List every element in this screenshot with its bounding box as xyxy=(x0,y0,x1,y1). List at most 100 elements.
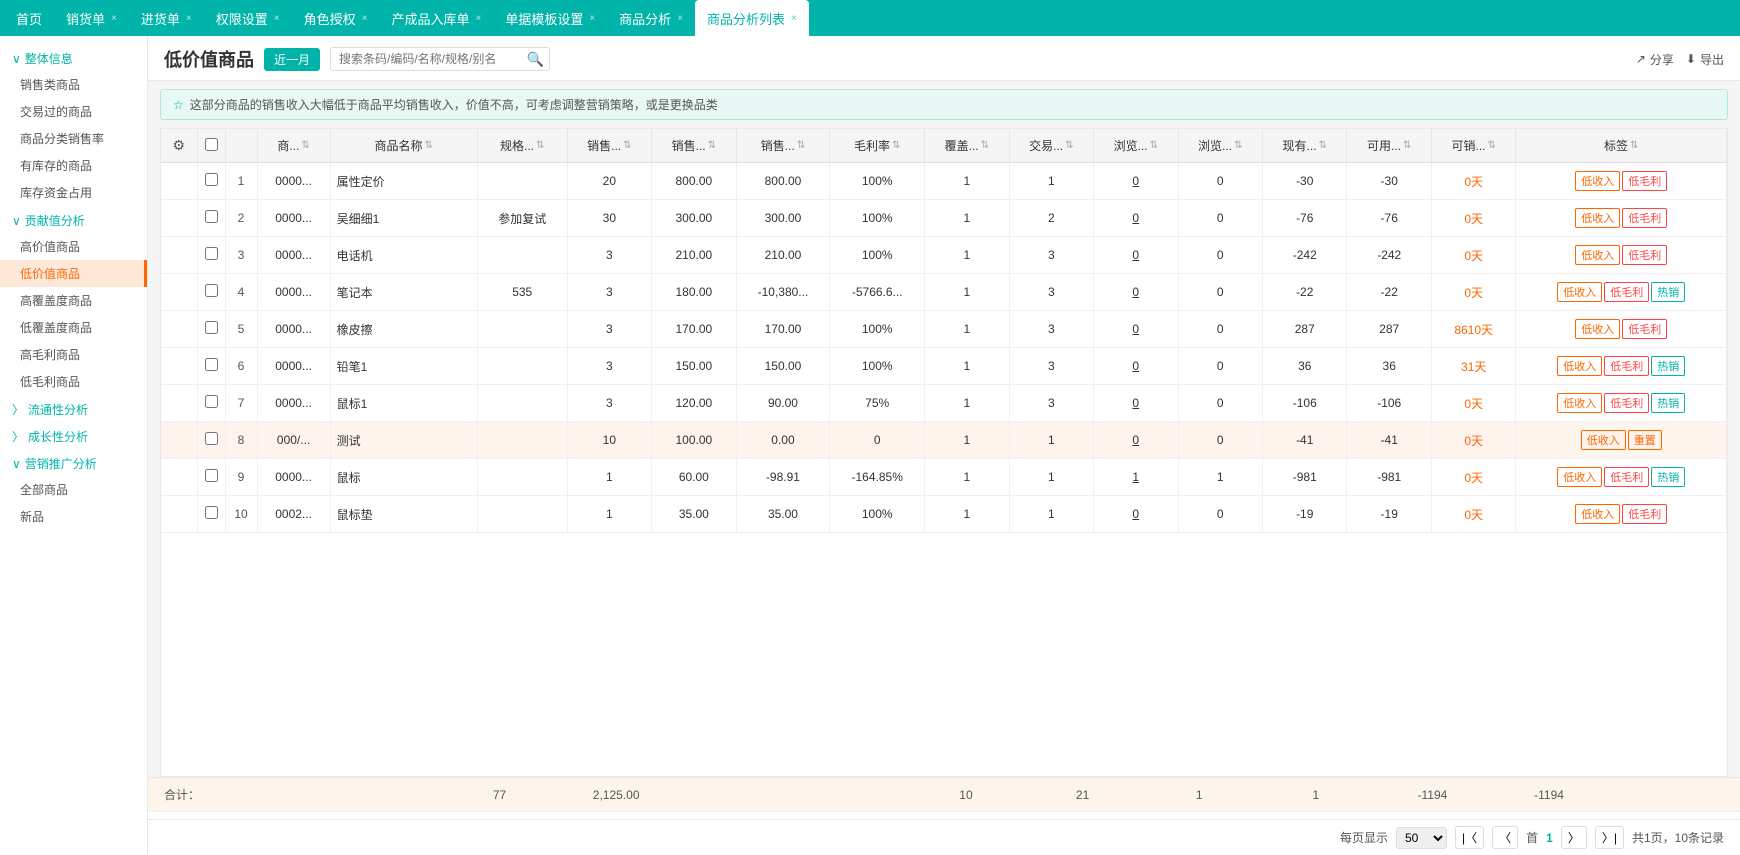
name-col-header[interactable]: 商品名称⇅ xyxy=(330,129,477,163)
export-button[interactable]: ⬇ 导出 xyxy=(1686,51,1724,68)
nav-item-产成品入库单[interactable]: 产成品入库单× xyxy=(379,0,493,36)
row-browse1[interactable]: 0 xyxy=(1094,496,1178,533)
nav-close-产成品入库单[interactable]: × xyxy=(475,13,481,24)
search-input[interactable] xyxy=(330,47,550,71)
sidebar-group-3[interactable]: 〉成长性分析 xyxy=(0,422,147,449)
row-browse1[interactable]: 0 xyxy=(1094,200,1178,237)
row-sales-amount: 210.00 xyxy=(736,237,830,274)
nav-close-角色授权[interactable]: × xyxy=(362,13,368,24)
nav-item-销货单[interactable]: 销货单× xyxy=(54,0,129,36)
sidebar-item-低价值商品[interactable]: 低价值商品 xyxy=(0,260,147,287)
stock2-col-header[interactable]: 可用...⇅ xyxy=(1347,129,1431,163)
row-browse2: 0 xyxy=(1178,348,1262,385)
sidebar-item-新品[interactable]: 新品 xyxy=(0,503,147,530)
sales-price-col-header[interactable]: 销售...⇅ xyxy=(652,129,736,163)
row-checkbox[interactable] xyxy=(197,237,225,274)
search-icon[interactable]: 🔍 xyxy=(527,51,544,68)
nav-item-商品分析[interactable]: 商品分析× xyxy=(607,0,695,36)
sidebar-item-销售类商品[interactable]: 销售类商品 xyxy=(0,71,147,98)
row-sales-amount: -98.91 xyxy=(736,459,830,496)
sidebar-item-交易过的商品[interactable]: 交易过的商品 xyxy=(0,98,147,125)
browse2-col-header[interactable]: 浏览...⇅ xyxy=(1178,129,1262,163)
nav-close-权限设置[interactable]: × xyxy=(274,13,280,24)
tags-col-header[interactable]: 标签⇅ xyxy=(1516,129,1727,163)
sidebar-group-2[interactable]: 〉流通性分析 xyxy=(0,395,147,422)
nav-item-角色授权[interactable]: 角色授权× xyxy=(292,0,380,36)
row-browse1[interactable]: 0 xyxy=(1094,163,1178,200)
row-trade: 2 xyxy=(1009,200,1093,237)
row-browse1[interactable]: 1 xyxy=(1094,459,1178,496)
nav-item-单据模板设置[interactable]: 单据模板设置× xyxy=(493,0,607,36)
browse1-col-header[interactable]: 浏览...⇅ xyxy=(1094,129,1178,163)
row-checkbox[interactable] xyxy=(197,348,225,385)
row-browse1[interactable]: 0 xyxy=(1094,348,1178,385)
row-sales-price: 120.00 xyxy=(652,385,736,422)
period-button[interactable]: 近一月 xyxy=(264,48,320,71)
sidebar-item-库存资金占用[interactable]: 库存资金占用 xyxy=(0,179,147,206)
gross-margin-col-header[interactable]: 毛利率⇅ xyxy=(830,129,925,163)
select-all-checkbox[interactable] xyxy=(205,138,218,151)
row-checkbox[interactable] xyxy=(197,385,225,422)
nav-close-进货单[interactable]: × xyxy=(186,13,192,24)
nav-item-进货单[interactable]: 进货单× xyxy=(129,0,204,36)
nav-close-单据模板设置[interactable]: × xyxy=(589,13,595,24)
tag-热销: 热销 xyxy=(1651,393,1685,413)
spec-col-header[interactable]: 规格...⇅ xyxy=(477,129,567,163)
row-checkbox[interactable] xyxy=(197,200,225,237)
sidebar-group-4[interactable]: ∨营销推广分析 xyxy=(0,449,147,476)
nav-close-商品分析[interactable]: × xyxy=(677,13,683,24)
trade-col-header[interactable]: 交易...⇅ xyxy=(1009,129,1093,163)
sidebar-item-商品分类销售率[interactable]: 商品分类销售率 xyxy=(0,125,147,152)
last-page-button[interactable]: 〉| xyxy=(1595,826,1624,849)
sales-qty-col-header[interactable]: 销售...⇅ xyxy=(567,129,651,163)
prev-page-button[interactable]: 〈 xyxy=(1492,826,1518,849)
footer-sales-qty: 77 xyxy=(441,788,558,802)
nav-close-商品分析列表[interactable]: × xyxy=(791,13,797,24)
row-gross-margin: 100% xyxy=(830,200,925,237)
row-spec xyxy=(477,237,567,274)
row-coverage: 1 xyxy=(925,237,1009,274)
row-days: 8610天 xyxy=(1431,311,1515,348)
row-checkbox[interactable] xyxy=(197,274,225,311)
coverage-col-header[interactable]: 覆盖...⇅ xyxy=(925,129,1009,163)
row-checkbox[interactable] xyxy=(197,496,225,533)
row-browse1[interactable]: 0 xyxy=(1094,385,1178,422)
row-browse1[interactable]: 0 xyxy=(1094,311,1178,348)
nav-item-权限设置[interactable]: 权限设置× xyxy=(204,0,292,36)
row-checkbox[interactable] xyxy=(197,422,225,459)
sidebar-item-有库存的商品[interactable]: 有库存的商品 xyxy=(0,152,147,179)
nav-item-商品分析列表[interactable]: 商品分析列表× xyxy=(695,0,809,36)
row-browse1[interactable]: 0 xyxy=(1094,274,1178,311)
sales-amount-col-header[interactable]: 销售...⇅ xyxy=(736,129,830,163)
row-checkbox[interactable] xyxy=(197,459,225,496)
sidebar-group-0[interactable]: ∨整体信息 xyxy=(0,44,147,71)
sidebar-item-高毛利商品[interactable]: 高毛利商品 xyxy=(0,341,147,368)
row-num: 8 xyxy=(225,422,257,459)
nav-close-销货单[interactable]: × xyxy=(111,13,117,24)
row-checkbox[interactable] xyxy=(197,163,225,200)
sidebar-group-1[interactable]: ∨贡献值分析 xyxy=(0,206,147,233)
code-col-header[interactable]: 商...⇅ xyxy=(257,129,330,163)
per-page-select[interactable]: 50 100 200 xyxy=(1396,827,1447,849)
sidebar-item-高价值商品[interactable]: 高价值商品 xyxy=(0,233,147,260)
sidebar-item-高覆盖度商品[interactable]: 高覆盖度商品 xyxy=(0,287,147,314)
stock3-col-header[interactable]: 可销...⇅ xyxy=(1431,129,1515,163)
sidebar-item-低覆盖度商品[interactable]: 低覆盖度商品 xyxy=(0,314,147,341)
row-checkbox[interactable] xyxy=(197,311,225,348)
sidebar-item-低毛利商品[interactable]: 低毛利商品 xyxy=(0,368,147,395)
next-page-button[interactable]: 〉 xyxy=(1561,826,1587,849)
sidebar-item-全部商品[interactable]: 全部商品 xyxy=(0,476,147,503)
nav-item-首页[interactable]: 首页 xyxy=(4,0,54,36)
share-button[interactable]: ↗ 分享 xyxy=(1636,51,1674,68)
settings-col-header[interactable]: ⚙ xyxy=(161,129,197,163)
footer-empty3 xyxy=(791,788,908,802)
row-browse1[interactable]: 0 xyxy=(1094,237,1178,274)
first-page-button[interactable]: |〈 xyxy=(1455,826,1484,849)
row-coverage: 1 xyxy=(925,496,1009,533)
checkbox-col-header[interactable] xyxy=(197,129,225,163)
row-trade: 3 xyxy=(1009,385,1093,422)
tag-热销: 热销 xyxy=(1651,282,1685,302)
row-browse1[interactable]: 0 xyxy=(1094,422,1178,459)
stock1-col-header[interactable]: 现有...⇅ xyxy=(1263,129,1347,163)
table-container[interactable]: ⚙ 商...⇅ 商品名称⇅ 规格...⇅ 销售...⇅ 销售...⇅ 销售...… xyxy=(160,128,1728,777)
